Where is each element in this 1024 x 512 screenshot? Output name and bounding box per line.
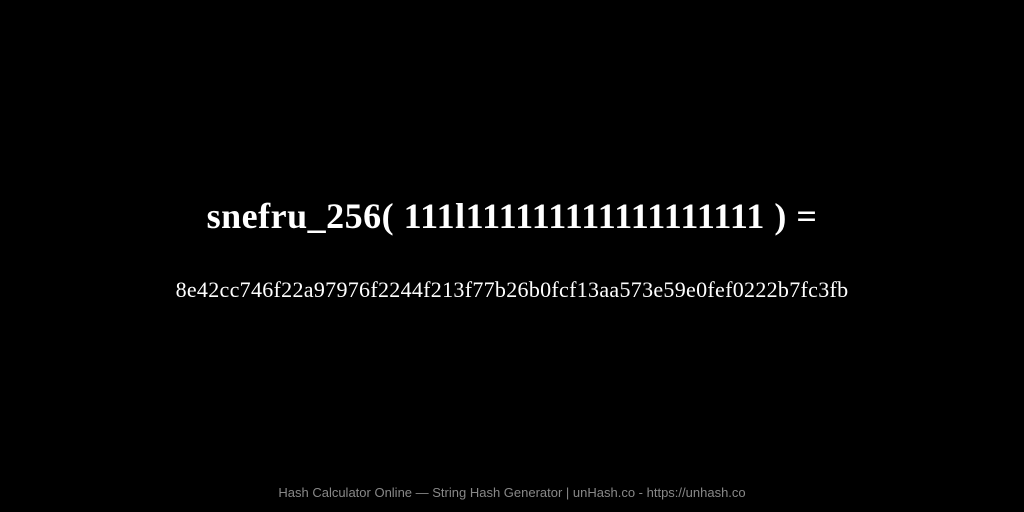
footer-text: Hash Calculator Online — String Hash Gen…	[278, 485, 745, 500]
function-expression: snefru_256( 111l111111111111111111 ) =	[207, 195, 818, 237]
footer: Hash Calculator Online — String Hash Gen…	[0, 477, 1024, 512]
main-content: snefru_256( 111l111111111111111111 ) = 8…	[0, 0, 1024, 477]
hash-result: 8e42cc746f22a97976f2244f213f77b26b0fcf13…	[176, 277, 849, 303]
